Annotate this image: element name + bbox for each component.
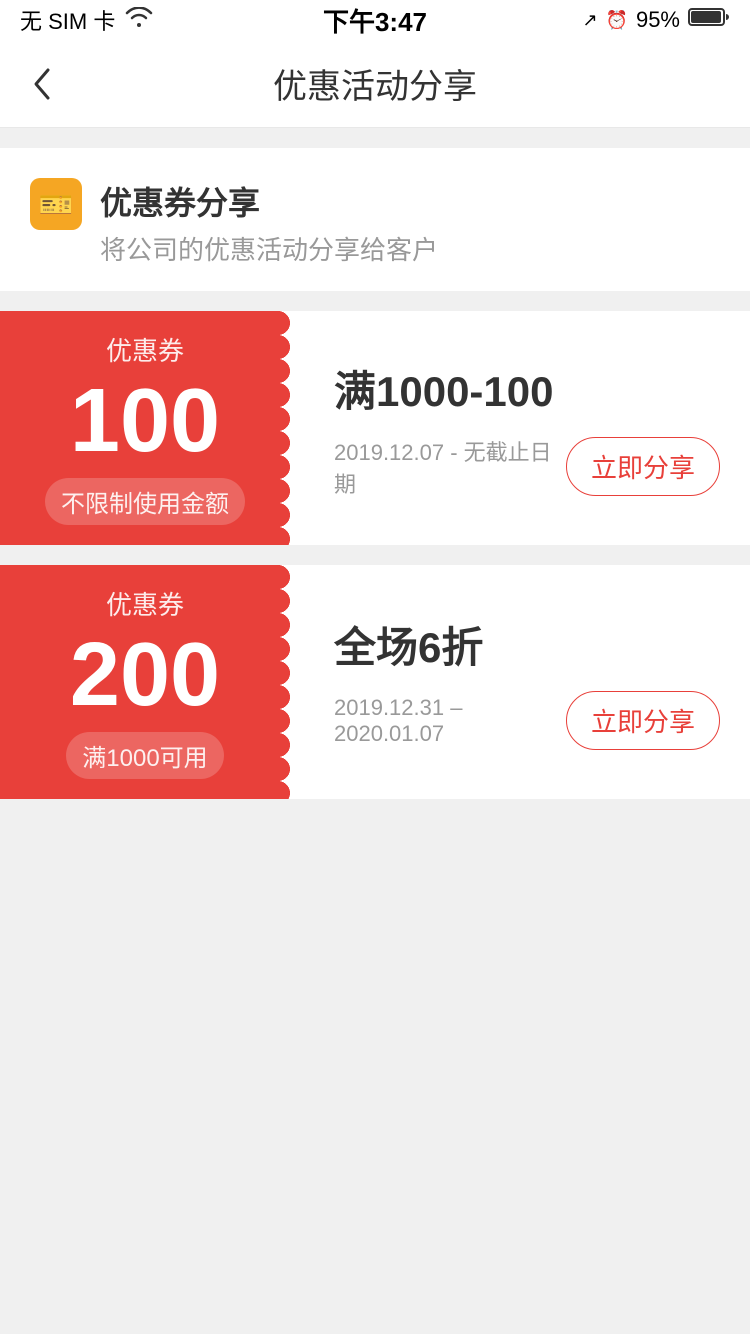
- coupon-right-2: 全场6折 2019.12.31 – 2020.01.07 立即分享: [290, 565, 750, 799]
- coupon-condition-2: 满1000可用: [66, 732, 223, 779]
- status-bar: 无 SIM 卡 下午3:47 ↗ ⏰ 95%: [0, 0, 750, 40]
- section-header: 🎫 优惠券分享 将公司的优惠活动分享给客户: [0, 148, 750, 291]
- section-subtitle: 将公司的优惠活动分享给客户: [100, 230, 438, 267]
- coupon-left-2: 优惠券 200 满1000可用: [0, 565, 290, 799]
- coupon-card-1: 优惠券 100 不限制使用金额 满1000-100 2019.12.07 - 无…: [0, 311, 750, 545]
- battery-percent: 95%: [636, 7, 680, 33]
- coupon-list: 优惠券 100 不限制使用金额 满1000-100 2019.12.07 - 无…: [0, 291, 750, 819]
- wifi-icon: [125, 7, 153, 33]
- footer-empty: [0, 819, 750, 1319]
- carrier-label: 无 SIM 卡: [20, 4, 115, 36]
- coupon-meta-2: 2019.12.31 – 2020.01.07 立即分享: [334, 691, 720, 750]
- coupon-date-1: 2019.12.07 - 无截止日期: [334, 435, 556, 499]
- coupon-label-1: 优惠券: [106, 331, 184, 368]
- coupon-card-2: 优惠券 200 满1000可用 全场6折 2019.12.31 – 2020.0…: [0, 565, 750, 799]
- share-button-1[interactable]: 立即分享: [566, 437, 720, 496]
- page-title: 优惠活动分享: [273, 59, 477, 108]
- status-left: 无 SIM 卡: [20, 4, 153, 36]
- coupon-label-2: 优惠券: [106, 585, 184, 622]
- back-button[interactable]: [30, 64, 54, 104]
- coupon-name-1: 满1000-100: [334, 358, 720, 419]
- status-time: 下午3:47: [323, 2, 427, 39]
- coupon-condition-1: 不限制使用金额: [45, 478, 245, 525]
- battery-icon: [688, 6, 730, 34]
- coupon-icon: 🎫: [39, 188, 74, 221]
- section-icon: 🎫: [30, 178, 82, 230]
- alarm-icon: ⏰: [606, 10, 628, 31]
- section-title: 优惠券分享: [100, 178, 438, 224]
- section-text: 优惠券分享 将公司的优惠活动分享给客户: [100, 178, 438, 267]
- coupon-amount-1: 100: [70, 376, 220, 466]
- share-button-2[interactable]: 立即分享: [566, 691, 720, 750]
- coupon-meta-1: 2019.12.07 - 无截止日期 立即分享: [334, 435, 720, 499]
- coupon-right-1: 满1000-100 2019.12.07 - 无截止日期 立即分享: [290, 311, 750, 545]
- coupon-name-2: 全场6折: [334, 614, 720, 675]
- location-icon: ↗: [582, 10, 597, 31]
- coupon-amount-2: 200: [70, 630, 220, 720]
- status-right: ↗ ⏰ 95%: [582, 6, 730, 34]
- coupon-date-2: 2019.12.31 – 2020.01.07: [334, 695, 556, 747]
- nav-bar: 优惠活动分享: [0, 40, 750, 128]
- coupon-left-1: 优惠券 100 不限制使用金额: [0, 311, 290, 545]
